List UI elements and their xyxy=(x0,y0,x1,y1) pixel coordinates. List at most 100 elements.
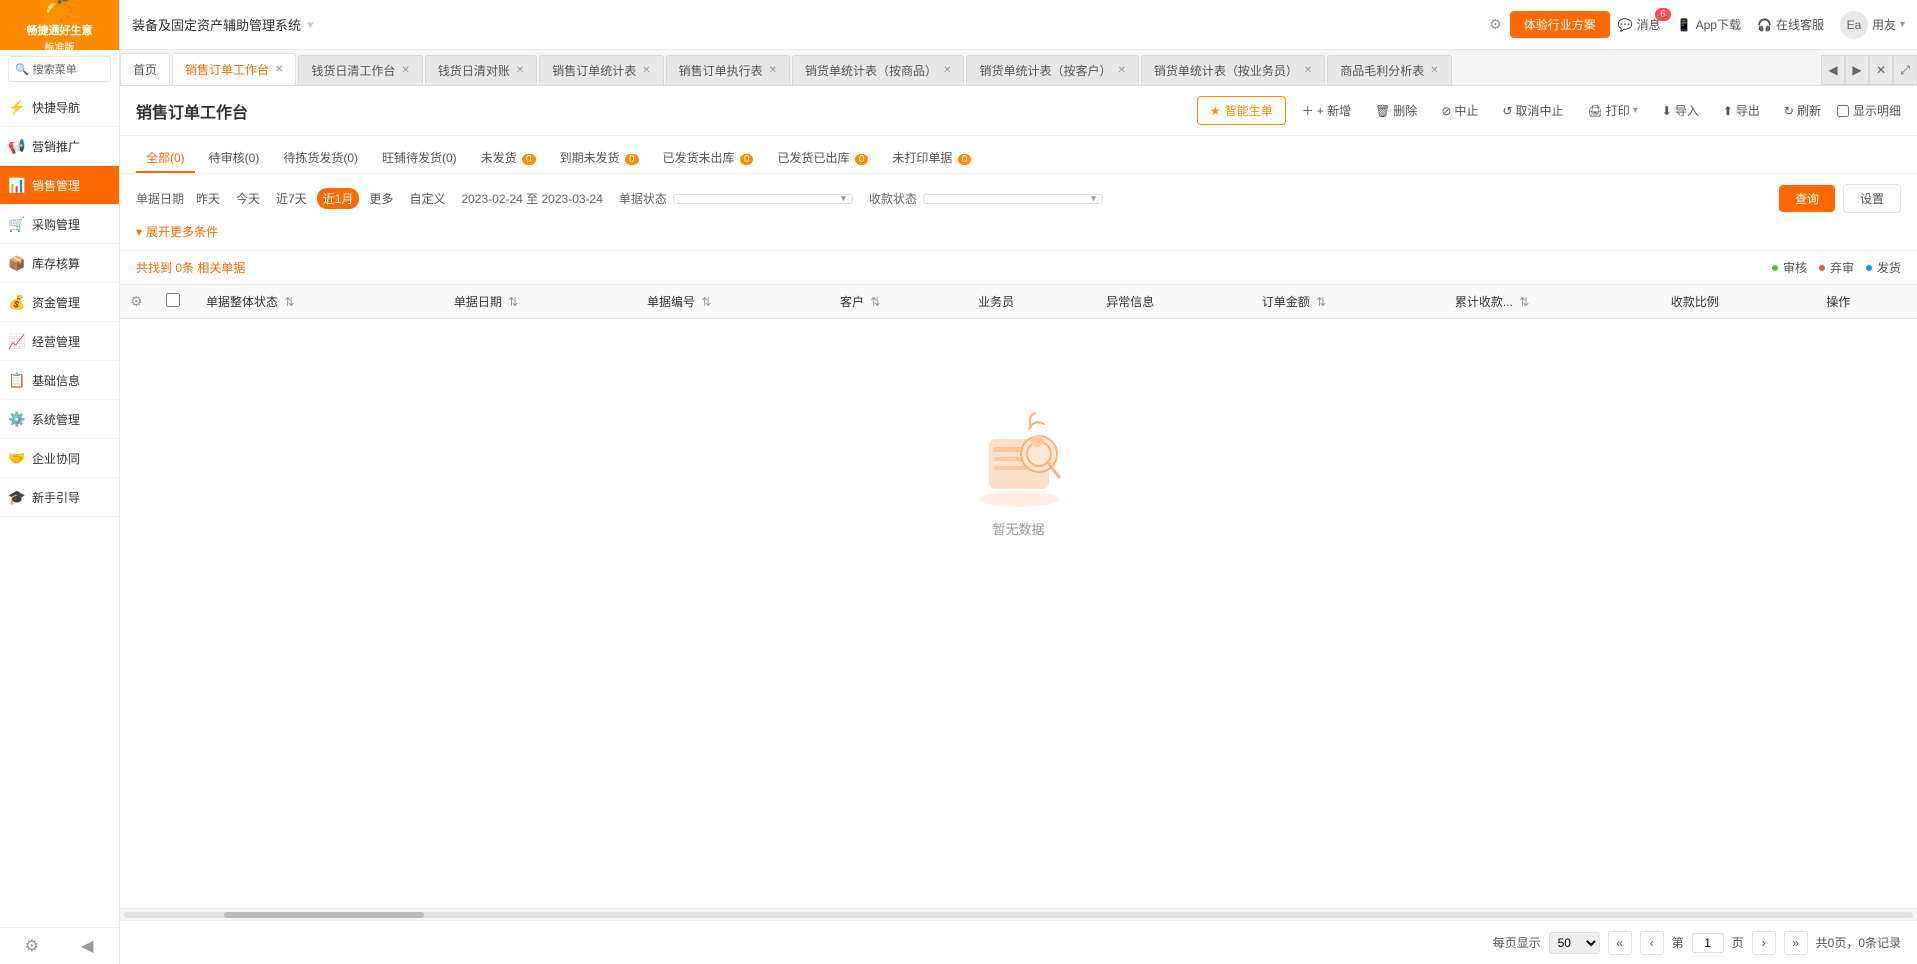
subtab-pending-review[interactable]: 待审核(0) xyxy=(199,144,270,173)
tab-close-by-product[interactable]: ✕ xyxy=(943,65,951,76)
tab-cash-reconcile[interactable]: 钱货日清对账 ✕ xyxy=(425,55,537,85)
tab-sales-stat[interactable]: 销售订单统计表 ✕ xyxy=(539,55,663,85)
message-icon: 💬 xyxy=(1618,18,1633,32)
subtab-shipped-out[interactable]: 已发货已出库 0 xyxy=(767,144,878,173)
sort-customer-icon[interactable]: ⇅ xyxy=(870,295,880,309)
trial-btn[interactable]: 体验行业方案 xyxy=(1510,11,1610,38)
export-btn[interactable]: ⬆ 导出 xyxy=(1715,98,1768,123)
delete-btn[interactable]: 🗑 删除 xyxy=(1367,98,1425,123)
tab-sales-by-product[interactable]: 销货单统计表（按商品） ✕ xyxy=(792,55,964,85)
app-download-btn[interactable]: 📱 App下载 xyxy=(1677,16,1741,33)
subtab-shipped-not-out[interactable]: 已发货未出库 0 xyxy=(653,144,764,173)
display-detail-checkbox[interactable] xyxy=(1837,105,1849,117)
horizontal-scrollbar[interactable] xyxy=(120,908,1917,920)
page-size-select[interactable]: 50 100 200 xyxy=(1549,932,1600,954)
tab-fullscreen[interactable]: ⤢ xyxy=(1893,55,1917,85)
collapse-btn[interactable]: ◀ xyxy=(64,936,112,956)
add-btn[interactable]: ＋ + 新增 xyxy=(1294,98,1359,123)
expand-filter-btn[interactable]: ▾ 展开更多条件 xyxy=(136,223,218,240)
subtab-all[interactable]: 全部(0) xyxy=(136,144,195,173)
shortcut-7days[interactable]: 近7天 xyxy=(270,188,313,209)
sidebar-item-purchase[interactable]: 🛒 采购管理 xyxy=(0,205,119,244)
tab-close-sales-order[interactable]: ✕ xyxy=(275,64,283,75)
column-settings-icon[interactable]: ⚙ xyxy=(130,293,143,309)
shortcut-yesterday[interactable]: 昨天 xyxy=(190,188,226,209)
shortcut-1month[interactable]: 近1月 xyxy=(317,188,360,209)
sidebar-item-inventory[interactable]: 📦 库存核算 xyxy=(0,244,119,283)
table-scroll-area[interactable]: ⚙ 单据整体状态 ⇅ 单据日期 ⇅ xyxy=(120,284,1917,908)
tab-cash-daily-clear[interactable]: 钱货日清工作台 ✕ xyxy=(298,55,422,85)
sidebar-item-basic[interactable]: 📋 基础信息 xyxy=(0,361,119,400)
scroll-thumb[interactable] xyxy=(224,912,424,918)
sidebar-item-operations[interactable]: 📈 经营管理 xyxy=(0,322,119,361)
smart-create-btn[interactable]: ★ 智能生单 xyxy=(1197,96,1286,125)
sort-collected-icon[interactable]: ⇅ xyxy=(1519,295,1529,309)
sort-amount-icon[interactable]: ⇅ xyxy=(1316,295,1326,309)
shortcut-today[interactable]: 今天 xyxy=(230,188,266,209)
shortcut-more[interactable]: 更多 xyxy=(363,188,399,209)
sidebar-item-guide[interactable]: 🎓 新手引导 xyxy=(0,478,119,517)
tab-close-cash-daily[interactable]: ✕ xyxy=(401,65,409,76)
search-menu-btn[interactable]: 🔍 搜索菜单 xyxy=(8,56,111,82)
import-icon: ⬇ xyxy=(1662,104,1672,118)
page-number-input[interactable] xyxy=(1692,933,1724,953)
online-service-btn[interactable]: 🎧 在线客服 xyxy=(1757,16,1824,33)
sort-number-icon[interactable]: ⇅ xyxy=(701,295,711,309)
sidebar-item-cooperation[interactable]: 🤝 企业协同 xyxy=(0,439,119,478)
print-btn[interactable]: 🖨 打印 ▾ xyxy=(1579,98,1645,123)
subtab-wangpu-pending[interactable]: 旺铺待发货(0) xyxy=(372,144,467,173)
refresh-btn[interactable]: ↻ 刷新 xyxy=(1776,98,1829,123)
next-page-btn[interactable]: › xyxy=(1752,931,1776,955)
tab-sales-by-customer[interactable]: 销货单统计表（按客户） ✕ xyxy=(966,55,1138,85)
tab-home[interactable]: 首页 xyxy=(120,53,170,85)
import-btn[interactable]: ⬇ 导入 xyxy=(1654,98,1707,123)
select-all-checkbox[interactable] xyxy=(166,293,180,307)
sidebar-item-quick-nav[interactable]: ⚡ 快捷导航 xyxy=(0,88,119,127)
query-btn[interactable]: 查询 xyxy=(1779,185,1835,212)
subtab-unprinted[interactable]: 未打印单据 0 xyxy=(882,144,981,173)
filter-setting-btn[interactable]: 设置 xyxy=(1843,184,1901,213)
message-badge: 6 xyxy=(1655,8,1671,21)
sidebar-item-marketing[interactable]: 📢 营销推广 xyxy=(0,127,119,166)
tab-close-sales-stat[interactable]: ✕ xyxy=(642,65,650,76)
settings-gear-icon[interactable]: ⚙ xyxy=(1489,16,1502,33)
tab-scroll-right[interactable]: ▶ xyxy=(1845,55,1869,85)
guide-icon: 🎓 xyxy=(8,488,26,506)
user-menu[interactable]: Ea 用友 ▾ xyxy=(1840,11,1905,39)
subtab-pending-pick[interactable]: 待拣货发货(0) xyxy=(273,144,368,173)
batch-approve-btn[interactable]: 审核 xyxy=(1772,259,1807,276)
tab-close-gross-profit[interactable]: ✕ xyxy=(1430,65,1438,76)
subtab-overdue-unshipped[interactable]: 到期未发货 0 xyxy=(550,144,649,173)
scroll-track[interactable] xyxy=(124,912,1913,918)
settings-btn[interactable]: ⚙ xyxy=(8,936,56,956)
tab-close-cash-reconcile[interactable]: ✕ xyxy=(516,65,524,76)
prev-page-btn[interactable]: ‹ xyxy=(1640,931,1664,955)
first-page-btn[interactable]: « xyxy=(1608,931,1632,955)
sort-date-icon[interactable]: ⇅ xyxy=(508,295,518,309)
shortcut-custom[interactable]: 自定义 xyxy=(403,188,451,209)
tab-close-all[interactable]: ✕ xyxy=(1869,55,1893,85)
payment-select[interactable]: ▾ xyxy=(923,194,1103,204)
sidebar-item-sales[interactable]: 📊 销售管理 xyxy=(0,166,119,205)
tab-close-by-salesperson[interactable]: ✕ xyxy=(1304,65,1312,76)
last-page-btn[interactable]: » xyxy=(1784,931,1808,955)
status-select[interactable]: ▾ xyxy=(673,194,853,204)
tab-close-by-customer[interactable]: ✕ xyxy=(1117,65,1125,76)
tab-scroll-left[interactable]: ◀ xyxy=(1821,55,1845,85)
batch-unapprove-btn[interactable]: 弃审 xyxy=(1819,259,1854,276)
tab-sales-exec[interactable]: 销售订单执行表 ✕ xyxy=(666,55,790,85)
tab-sales-by-salesperson[interactable]: 销货单统计表（按业务员） ✕ xyxy=(1141,55,1325,85)
sort-status-icon[interactable]: ⇅ xyxy=(284,295,294,309)
date-range-display: 2023-02-24 至 2023-03-24 xyxy=(461,190,602,207)
tab-gross-profit[interactable]: 商品毛利分析表 ✕ xyxy=(1327,55,1451,85)
sidebar-item-finance[interactable]: 💰 资金管理 xyxy=(0,283,119,322)
batch-ship-btn[interactable]: 发货 xyxy=(1866,259,1901,276)
sidebar-item-system[interactable]: ⚙️ 系统管理 xyxy=(0,400,119,439)
display-detail-toggle[interactable]: 显示明细 xyxy=(1837,102,1901,119)
message-btn[interactable]: 💬 6 消息 xyxy=(1618,16,1661,33)
abort-btn[interactable]: ⊘ 中止 xyxy=(1433,98,1486,123)
tab-sales-order-workspace[interactable]: 销售订单工作台 ✕ xyxy=(172,53,296,85)
cancel-abort-btn[interactable]: ↺ 取消中止 xyxy=(1494,98,1571,123)
tab-close-sales-exec[interactable]: ✕ xyxy=(769,65,777,76)
subtab-unshipped[interactable]: 未发货 0 xyxy=(471,144,546,173)
